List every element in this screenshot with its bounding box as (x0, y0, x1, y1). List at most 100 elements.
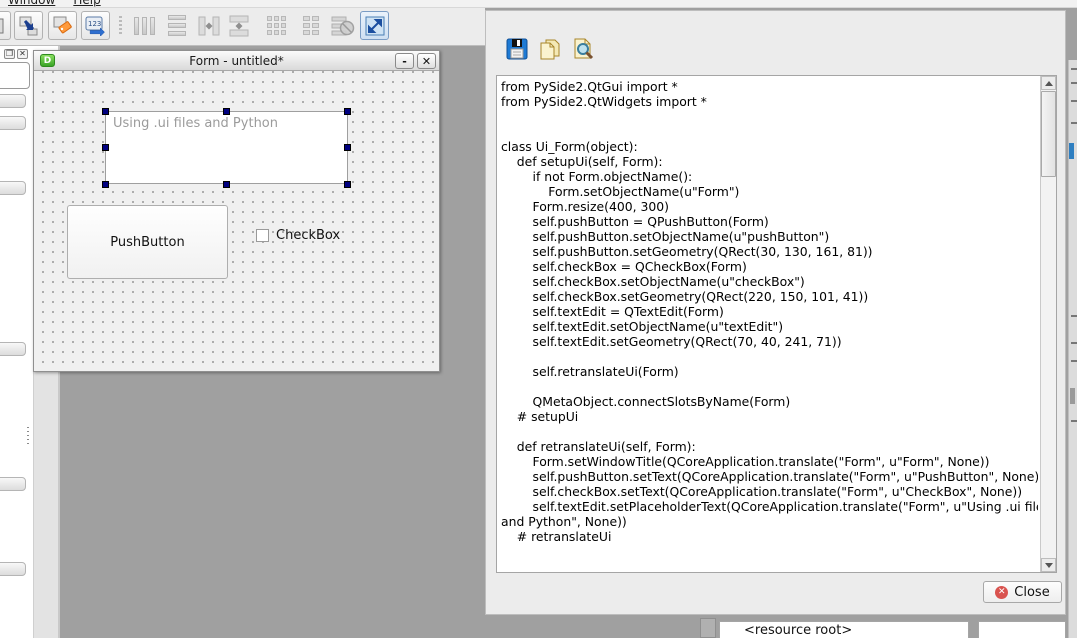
selection-handle-bottom-center[interactable] (223, 181, 230, 188)
code-line: self.checkBox.setObjectName(u"checkBox") (501, 274, 1038, 289)
selection-handle-top-center[interactable] (223, 108, 230, 115)
close-button[interactable]: ✕ Close (983, 581, 1062, 603)
form-close-button[interactable]: ✕ (417, 53, 436, 69)
layout-vertically-splitter-icon (229, 15, 249, 37)
tree-branch-mark (1071, 68, 1077, 70)
code-line: self.pushButton.setText(QCoreApplication… (501, 469, 1038, 484)
code-scrollbar[interactable] (1040, 76, 1056, 572)
code-line (501, 379, 1038, 394)
form-canvas[interactable]: Using .ui files and Python PushButton Ch… (34, 71, 439, 371)
widget-box-restore-button[interactable]: ❐ (4, 49, 15, 59)
widget-box-category[interactable] (0, 477, 26, 491)
selection-handle-top-left[interactable] (102, 108, 109, 115)
layout-form-button (296, 11, 325, 40)
generated-python-code[interactable]: from PySide2.QtGui import *from PySide2.… (501, 79, 1038, 570)
code-line: and Python", None)) (501, 514, 1038, 529)
tree-branch-mark (1071, 360, 1077, 362)
textedit-placeholder: Using .ui files and Python (106, 112, 347, 135)
layout-grid-button (262, 11, 291, 40)
code-line: def retranslateUi(self, Form): (501, 439, 1038, 454)
code-line: self.pushButton.setGeometry(QRect(30, 13… (501, 244, 1038, 259)
scrollbar-thumb-edge (1070, 388, 1075, 404)
code-line: from PySide2.QtWidgets import * (501, 94, 1038, 109)
checkbox-indicator[interactable] (256, 229, 269, 242)
menu-help[interactable]: Help (73, 0, 100, 7)
menu-window[interactable]: Window (8, 0, 55, 7)
widget-box-category[interactable] (0, 562, 26, 576)
code-line: self.retranslateUi(Form) (501, 364, 1038, 379)
code-line: self.textEdit.setGeometry(QRect(70, 40, … (501, 334, 1038, 349)
widget-box-close-button[interactable]: ✕ (17, 49, 28, 59)
arrow-up-icon (1045, 81, 1053, 86)
widget-box-category[interactable] (0, 116, 26, 130)
selection-handle-mid-right[interactable] (344, 144, 351, 151)
layout-grid-icon (267, 16, 286, 35)
tree-branch-mark (1071, 82, 1077, 84)
checkbox-label: CheckBox (276, 228, 340, 243)
textedit-widget[interactable]: Using .ui files and Python (105, 111, 348, 184)
form-editor-window: D Form - untitled* - ✕ Using .ui files a… (33, 50, 440, 372)
edit-signals-slots-icon (19, 16, 39, 36)
copy-button[interactable] (538, 37, 562, 61)
code-line: # retranslateUi (501, 529, 1038, 544)
tree-branch-mark (1071, 420, 1077, 422)
scrollbar-thumb[interactable] (1041, 91, 1056, 177)
code-view[interactable]: from PySide2.QtGui import *from PySide2.… (496, 75, 1057, 573)
code-line: self.textEdit = QTextEdit(Form) (501, 304, 1038, 319)
copy-icon (538, 37, 562, 61)
form-window-titlebar[interactable]: D Form - untitled* - ✕ (34, 51, 439, 71)
edit-widgets-icon (0, 17, 6, 35)
code-line: Form.resize(400, 300) (501, 199, 1038, 214)
selection-handle-top-right[interactable] (344, 108, 351, 115)
widget-box-category[interactable] (0, 342, 26, 356)
checkbox-widget[interactable]: CheckBox (256, 228, 340, 243)
widget-box-filter-input[interactable] (0, 62, 30, 89)
tree-branch-mark (1071, 122, 1077, 124)
widget-box-category[interactable] (0, 94, 26, 108)
adjust-size-icon (365, 16, 385, 36)
widget-box-scrollbar[interactable] (33, 372, 58, 638)
resource-tree-panel[interactable]: <resource root> (719, 621, 969, 638)
resource-panel-scrollbar[interactable] (700, 618, 716, 638)
edit-tab-order-icon: 123 (85, 16, 107, 36)
code-line: Form.setWindowTitle(QCoreApplication.tra… (501, 454, 1038, 469)
break-layout-button (328, 11, 357, 40)
save-button[interactable] (505, 37, 529, 61)
selection-handle-bottom-right[interactable] (344, 181, 351, 188)
form-minimize-button[interactable]: - (395, 53, 414, 69)
code-line (501, 424, 1038, 439)
edit-buddies-icon (53, 16, 73, 36)
close-circle-icon: ✕ (995, 586, 1008, 599)
form-window-title: Form - untitled* (34, 54, 439, 68)
edit-widgets-button[interactable] (0, 11, 11, 40)
code-line: QMetaObject.connectSlotsByName(Form) (501, 394, 1038, 409)
save-icon (505, 37, 529, 61)
edit-tab-order-button[interactable]: 123 (81, 11, 110, 40)
arrow-down-icon (1045, 563, 1053, 568)
layout-vertically-icon (168, 15, 186, 36)
pushbutton-widget[interactable]: PushButton (67, 205, 228, 279)
selection-handle-bottom-left[interactable] (102, 181, 109, 188)
preview-button[interactable] (571, 37, 595, 61)
code-line: self.textEdit.setPlaceholderText(QCoreAp… (501, 499, 1038, 514)
resource-root-item[interactable]: <resource root> (744, 623, 852, 638)
code-line (501, 124, 1038, 139)
scroll-down-button[interactable] (1041, 558, 1056, 572)
code-line: if not Form.objectName(): (501, 169, 1038, 184)
code-line: self.pushButton = QPushButton(Form) (501, 214, 1038, 229)
layout-horizontally-splitter-icon (198, 16, 220, 36)
menu-bar: Window Help (0, 0, 1077, 8)
break-layout-icon (331, 15, 355, 37)
code-line: self.checkBox.setGeometry(QRect(220, 150… (501, 289, 1038, 304)
code-line (501, 349, 1038, 364)
splitter-handle[interactable] (27, 427, 29, 447)
edit-signals-slots-button[interactable] (14, 11, 43, 40)
edit-buddies-button[interactable] (48, 11, 77, 40)
widget-box-category[interactable] (0, 181, 26, 195)
adjust-size-button[interactable] (360, 11, 389, 40)
scroll-up-button[interactable] (1041, 76, 1056, 90)
selection-handle-mid-left[interactable] (102, 144, 109, 151)
background-panel-edge (1068, 60, 1077, 638)
preview-icon (571, 37, 595, 61)
code-line: self.checkBox = QCheckBox(Form) (501, 259, 1038, 274)
